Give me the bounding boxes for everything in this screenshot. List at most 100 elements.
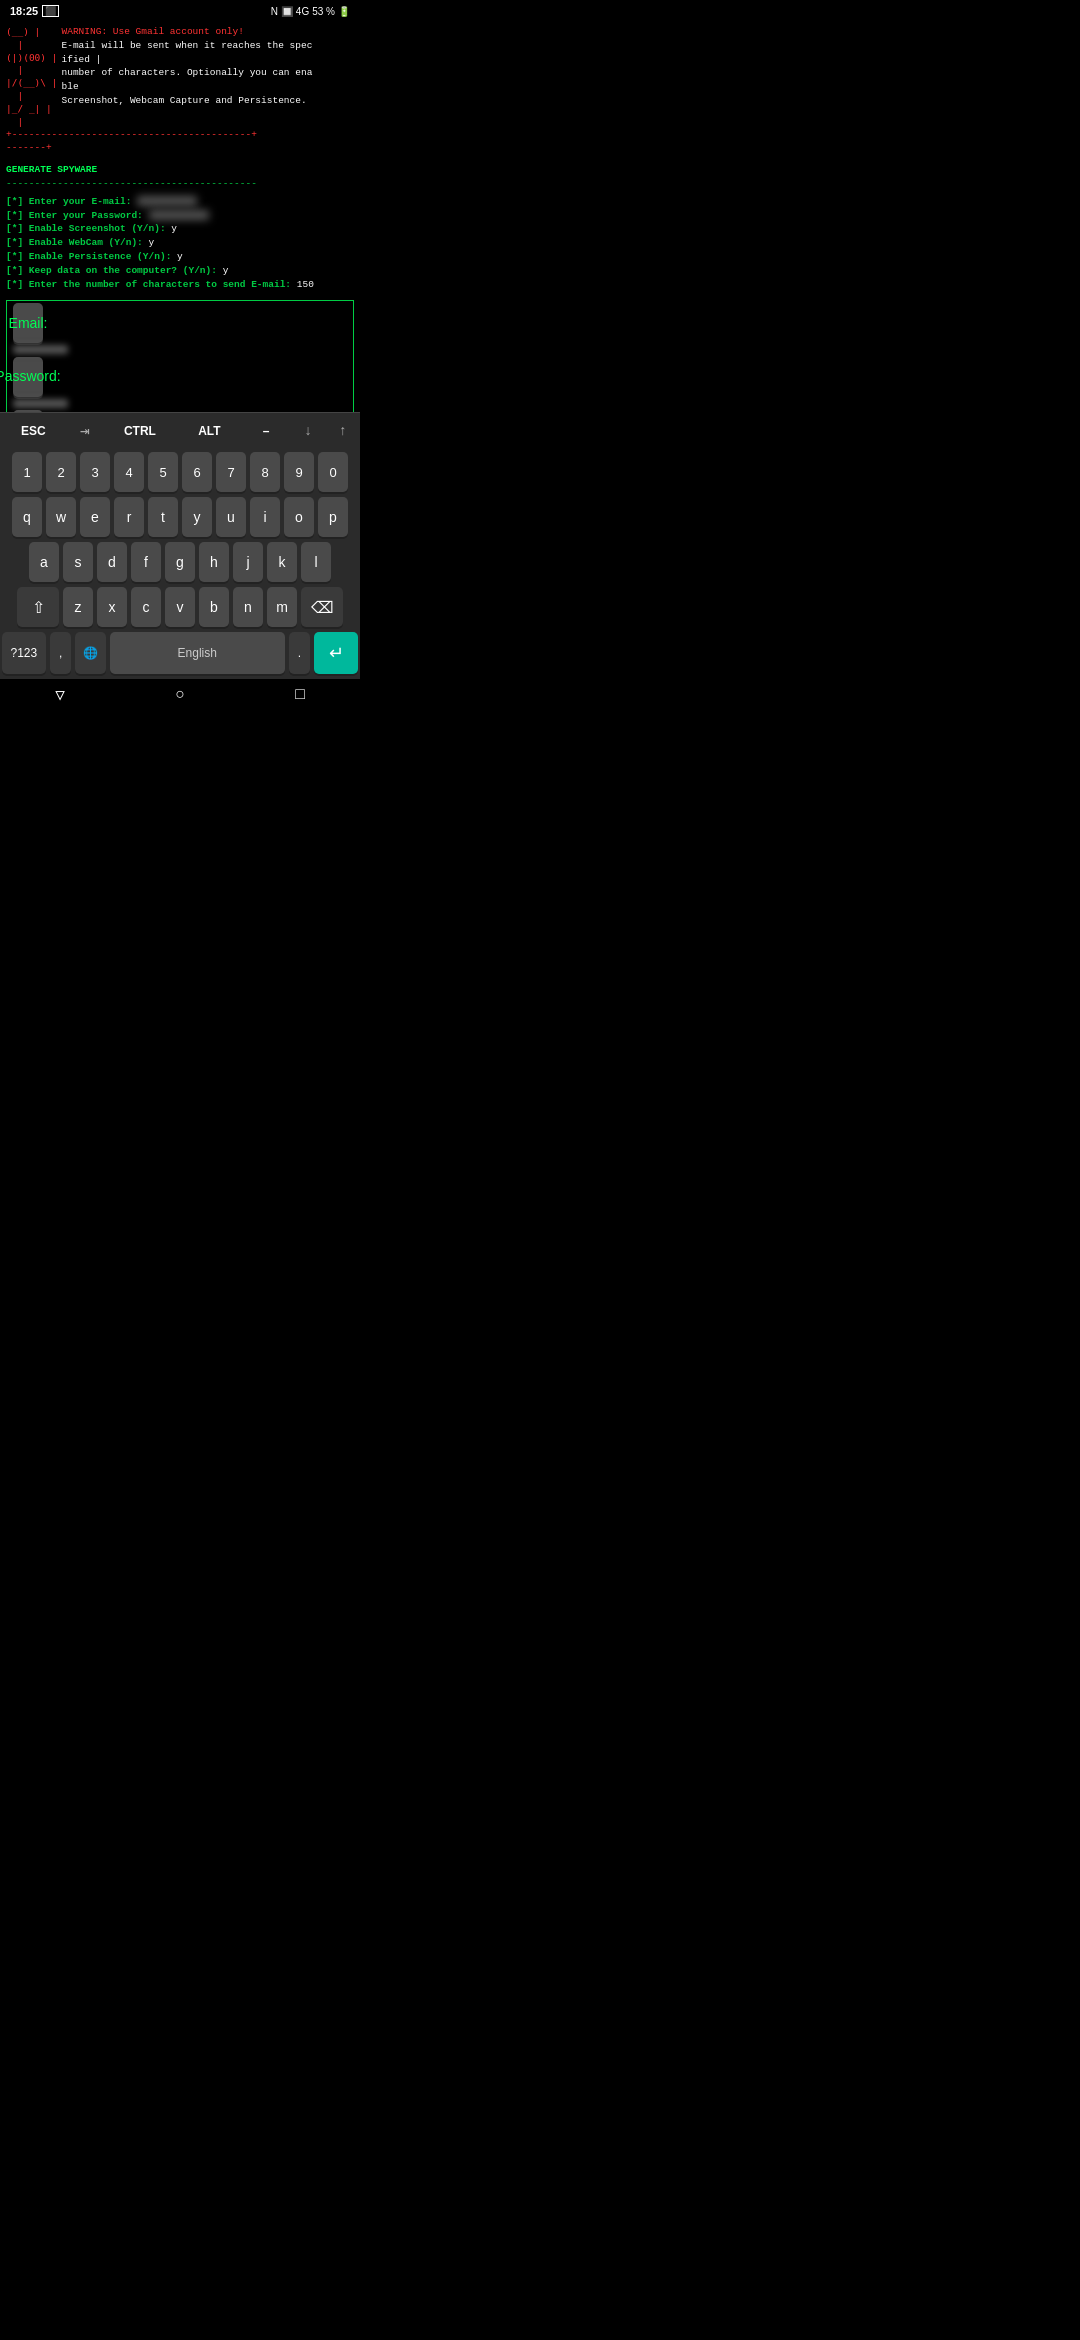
key-u[interactable]: u [216,497,246,537]
prompt-persistence: [*] Enable Persistence (Y/n): y [6,251,354,264]
summary-box: Email: Password: Screenshot: true Webcam… [6,300,354,412]
status-icons: N 🔲 4G 53 % 🔋 [271,6,350,17]
prompt-email: [*] Enter your E-mail: [6,196,354,209]
keyboard: 1 2 3 4 5 6 7 8 9 0 q w e r t y u i o p … [0,448,360,679]
key-d[interactable]: d [97,542,127,582]
password-blurred [149,210,209,220]
backspace-key[interactable]: ⌫ [301,587,343,627]
email-blurred [137,196,197,206]
keyboard-qwerty-row: q w e r t y u i o p [2,497,358,537]
key-l[interactable]: l [301,542,331,582]
ctrl-button[interactable]: CTRL [116,420,164,442]
key-s[interactable]: s [63,542,93,582]
arrow-down-icon[interactable]: ↓ [304,423,312,439]
key-a[interactable]: a [29,542,59,582]
screen-record-icon: ⬛ [42,5,59,17]
key-h[interactable]: h [199,542,229,582]
prompt-webcam: [*] Enable WebCam (Y/n): y [6,237,354,250]
keyboard-zxcv-row: ⇧ z x c v b n m ⌫ [2,587,358,627]
battery-icon: 🔋 [338,6,350,17]
key-0[interactable]: 0 [318,452,348,492]
keyboard-bottom-row: ?123 , 🌐 English . ↵ [2,632,358,674]
key-5[interactable]: 5 [148,452,178,492]
space-key[interactable]: English [110,632,285,674]
key-o[interactable]: o [284,497,314,537]
esc-button[interactable]: ESC [13,420,54,442]
key-3[interactable]: 3 [80,452,110,492]
red-divider-bottom: -------+ [6,142,354,155]
key-x[interactable]: x [97,587,127,627]
prompt-num-chars: [*] Enter the number of characters to se… [6,279,354,292]
desc-line1: E-mail will be sent when it reaches the … [62,40,313,51]
section-title: GENERATE SPYWARE [6,164,354,177]
enter-key[interactable]: ↵ [314,632,358,674]
key-k[interactable]: k [267,542,297,582]
key-r[interactable]: r [114,497,144,537]
kbd-toolbar: ESC ⇥ CTRL ALT – ↓ ↑ [0,412,360,448]
key-4[interactable]: 4 [114,452,144,492]
status-bar: 18:25 ⬛ N 🔲 4G 53 % 🔋 [0,0,360,22]
key-c[interactable]: c [131,587,161,627]
key-8[interactable]: 8 [250,452,280,492]
alt-button[interactable]: ALT [190,420,228,442]
red-divider-top: +---------------------------------------… [6,129,354,142]
key-p[interactable]: p [318,497,348,537]
comma-key[interactable]: , [50,632,72,674]
keyboard-number-row: 1 2 3 4 5 6 7 8 9 0 [2,452,358,492]
time-display: 18:25 [10,5,38,17]
key-9[interactable]: 9 [284,452,314,492]
key-n[interactable]: n [233,587,263,627]
ascii-art-section: (__) | | (|)(00) | | |/(__)\ | | |_/ _| … [6,26,354,129]
key-f[interactable]: f [131,542,161,582]
prompt-screenshot: [*] Enable Screenshot (Y/n): y [6,223,354,236]
summary-password: Password: [13,357,347,410]
key-b[interactable]: b [199,587,229,627]
keyboard-asdf-row: a s d f g h j k l [2,542,358,582]
key-v[interactable]: v [165,587,195,627]
period-key[interactable]: . [289,632,311,674]
key-j[interactable]: j [233,542,263,582]
ascii-art: (__) | | (|)(00) | | |/(__)\ | | |_/ _| … [6,26,58,129]
arrow-up-icon[interactable]: ↑ [338,423,346,439]
key-q[interactable]: q [12,497,42,537]
desc-line2b: ble [62,81,79,92]
summary-password-blurred [13,399,68,408]
key-1[interactable]: 1 [12,452,42,492]
summary-email: Email: [13,303,347,356]
back-button[interactable]: ▽ [55,685,65,705]
battery-text: 53 % [312,6,335,17]
desc-line1b: ified | [62,54,102,65]
key-w[interactable]: w [46,497,76,537]
wifi-icon: 🔲 [281,6,293,17]
desc-line2: number of characters. Optionally you can… [62,67,313,78]
recent-button[interactable]: □ [295,686,305,704]
key-y[interactable]: y [182,497,212,537]
ascii-description: WARNING: Use Gmail account only! E-mail … [58,26,313,129]
summary-email-blurred [13,345,68,354]
key-6[interactable]: 6 [182,452,212,492]
num-switch-key[interactable]: ?123 [2,632,46,674]
home-button[interactable]: ○ [175,686,185,704]
key-m[interactable]: m [267,587,297,627]
tab-icon[interactable]: ⇥ [80,421,90,441]
desc-line3: Screenshot, Webcam Capture and Persisten… [62,95,307,106]
nav-bar: ▽ ○ □ [0,679,360,711]
key-2[interactable]: 2 [46,452,76,492]
green-divider-title: ----------------------------------------… [6,178,354,191]
prompt-password: [*] Enter your Password: [6,210,354,223]
signal-icon: 4G [296,6,309,17]
key-g[interactable]: g [165,542,195,582]
shift-key[interactable]: ⇧ [17,587,59,627]
key-z[interactable]: z [63,587,93,627]
nfc-icon: N [271,6,278,17]
status-time: 18:25 ⬛ [10,5,59,17]
key-i[interactable]: i [250,497,280,537]
prompt-keep-data: [*] Keep data on the computer? (Y/n): y [6,265,354,278]
terminal-output: (__) | | (|)(00) | | |/(__)\ | | |_/ _| … [0,22,360,412]
dash-button[interactable]: – [255,420,278,442]
warning-label: WARNING: Use Gmail account only! [62,26,244,37]
key-e[interactable]: e [80,497,110,537]
key-t[interactable]: t [148,497,178,537]
globe-key[interactable]: 🌐 [75,632,106,674]
key-7[interactable]: 7 [216,452,246,492]
